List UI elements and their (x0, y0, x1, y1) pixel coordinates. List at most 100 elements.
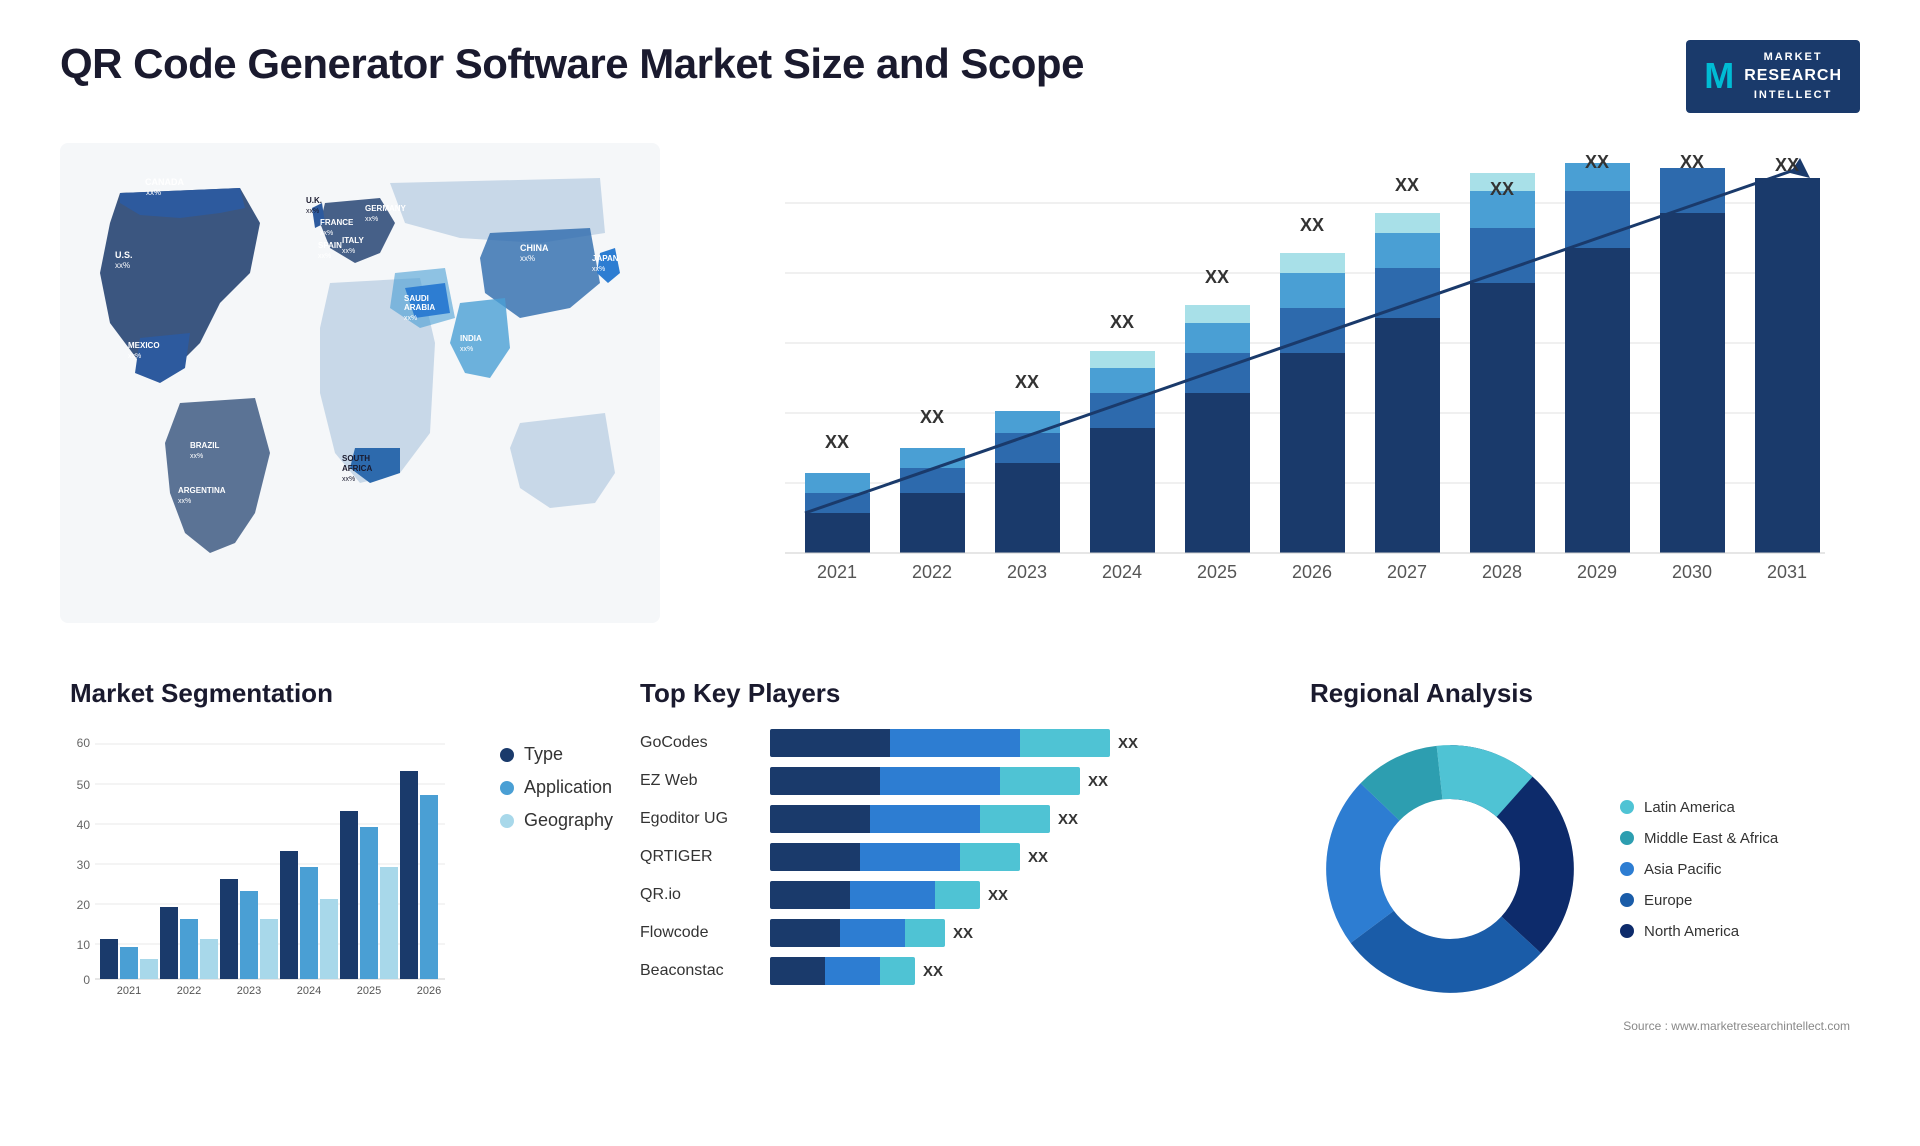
logo-text: MARKET RESEARCH INTELLECT (1744, 50, 1842, 103)
page-title: QR Code Generator Software Market Size a… (60, 40, 1084, 88)
bar-gocodes-light (1020, 729, 1110, 757)
legend-northamerica: North America (1620, 923, 1778, 940)
italy-value: xx% (342, 248, 355, 255)
bar-gocodes-mid (890, 729, 1020, 757)
france-label: FRANCE (320, 218, 354, 227)
player-xx-qrio: XX (988, 887, 1008, 904)
china-value: xx% (520, 254, 535, 263)
seg-chart-area: 60 50 40 30 20 10 0 (70, 729, 590, 1004)
dot-northamerica (1620, 924, 1634, 938)
saudi-label: SAUDI (404, 294, 429, 303)
mexico-value: xx% (128, 353, 141, 360)
player-name-egoditor: Egoditor UG (640, 810, 760, 828)
s22-geo (200, 939, 218, 979)
canada-label: CANADA (145, 177, 184, 187)
year-2023: 2023 (1007, 562, 1047, 582)
bar-2027-dark (1375, 318, 1440, 553)
s23-type (220, 879, 238, 979)
bar-2026-pale (1280, 253, 1345, 273)
s24-app (300, 867, 318, 979)
legend-geo: Geography (500, 810, 613, 831)
southafrica-value: xx% (342, 476, 355, 483)
player-flowcode: Flowcode XX (640, 919, 1260, 947)
growth-chart-section: XX XX XX XX (690, 143, 1860, 648)
legend-type-dot (500, 748, 514, 762)
uk-label: U.K. (306, 196, 322, 205)
player-bar-qrtiger: XX (770, 843, 1260, 871)
s21-app (120, 947, 138, 979)
players-section: Top Key Players GoCodes XX EZ Web (630, 668, 1270, 1043)
bar-2021-dark (805, 513, 870, 553)
bar-ezweb-mid (880, 767, 1000, 795)
logo: M MARKET RESEARCH INTELLECT (1686, 40, 1860, 113)
italy-label: ITALY (342, 236, 364, 245)
bar-2022-light (900, 448, 965, 468)
val-2021: XX (825, 432, 849, 452)
player-gocodes: GoCodes XX (640, 729, 1260, 757)
val-2029: XX (1585, 153, 1609, 172)
player-qrtiger: QRTIGER XX (640, 843, 1260, 871)
bar-qrio-light (935, 881, 980, 909)
us-label: U.S. (115, 250, 133, 260)
x-2022: 2022 (177, 985, 201, 997)
player-name-qrio: QR.io (640, 886, 760, 904)
legend-app-dot (500, 781, 514, 795)
player-xx-qrtiger: XX (1028, 849, 1048, 866)
year-2022: 2022 (912, 562, 952, 582)
s21-geo (140, 959, 158, 979)
map-svg: CANADA xx% U.S. xx% MEXICO xx% BRAZIL xx… (60, 143, 660, 593)
bar-2026-light (1280, 273, 1345, 308)
us-value: xx% (115, 261, 130, 270)
seg-svg: 60 50 40 30 20 10 0 (70, 729, 450, 999)
label-europe: Europe (1644, 892, 1692, 909)
logo-letter: M (1704, 51, 1734, 101)
year-2026: 2026 (1292, 562, 1332, 582)
player-name-ezweb: EZ Web (640, 772, 760, 790)
logo-box: M MARKET RESEARCH INTELLECT (1686, 40, 1860, 113)
south-america-map (165, 398, 270, 553)
bar-2028-dark (1470, 283, 1535, 553)
brazil-value: xx% (190, 453, 203, 460)
japan-value: xx% (592, 266, 605, 273)
spain-label: SPAIN (318, 241, 342, 250)
legend-mea: Middle East & Africa (1620, 830, 1778, 847)
bar-egoditor (770, 805, 1050, 833)
regional-title: Regional Analysis (1310, 678, 1850, 709)
val-2031: XX (1775, 155, 1799, 175)
donut-container: Latin America Middle East & Africa Asia … (1310, 729, 1850, 1009)
bar-qrtiger-light (960, 843, 1020, 871)
bar-2030-dark (1660, 213, 1725, 553)
bar-beaconstac (770, 957, 915, 985)
year-2029: 2029 (1577, 562, 1617, 582)
bar-2028-mid (1470, 228, 1535, 283)
player-xx-ezweb: XX (1088, 773, 1108, 790)
player-name-beaconstac: Beaconstac (640, 962, 760, 980)
legend-apac: Asia Pacific (1620, 861, 1778, 878)
argentina-value: xx% (178, 498, 191, 505)
val-2024: XX (1110, 312, 1134, 332)
bar-2026-dark (1280, 353, 1345, 553)
y-30: 30 (77, 858, 91, 872)
s22-type (160, 907, 178, 979)
s21-type (100, 939, 118, 979)
source-text: Source : www.marketresearchintellect.com (1310, 1019, 1850, 1033)
dot-latam (1620, 800, 1634, 814)
header: QR Code Generator Software Market Size a… (60, 40, 1860, 113)
spain-value: xx% (318, 253, 331, 260)
southafrica-label: SOUTH (342, 454, 370, 463)
y-10: 10 (77, 938, 91, 952)
legend-app-label: Application (524, 777, 612, 798)
player-xx-gocodes: XX (1118, 735, 1138, 752)
regional-legend: Latin America Middle East & Africa Asia … (1620, 799, 1778, 940)
bar-2025-light (1185, 323, 1250, 353)
logo-line3: INTELLECT (1744, 88, 1842, 103)
x-2024: 2024 (297, 985, 321, 997)
x-2026: 2026 (417, 985, 441, 997)
x-2021: 2021 (117, 985, 141, 997)
germany-value: xx% (365, 216, 378, 223)
canada-value: xx% (146, 188, 161, 197)
player-xx-egoditor: XX (1058, 811, 1078, 828)
val-2027: XX (1395, 175, 1419, 195)
dot-mea (1620, 831, 1634, 845)
s23-app (240, 891, 258, 979)
